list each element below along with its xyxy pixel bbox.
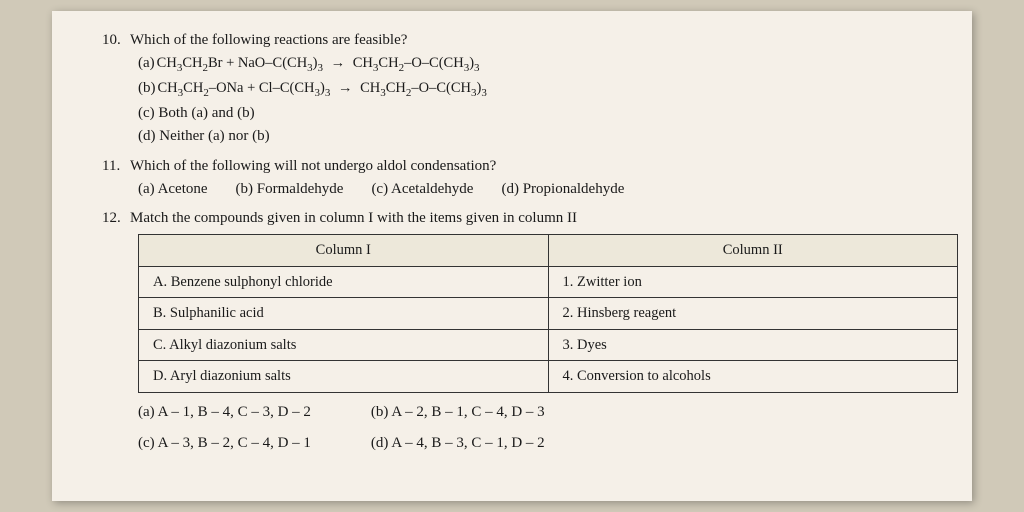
q10-opt-b-label: (b) — [138, 77, 156, 102]
q11-opt-b: (b) Formaldehyde — [236, 178, 344, 201]
q12-text: Match the compounds given in column I wi… — [130, 207, 932, 230]
q11-opt-c: (c) Acetaldehyde — [371, 178, 473, 201]
q12-number: 12. — [102, 207, 128, 230]
q10-opt-c-label: (c) Both (a) and (b) — [138, 102, 255, 125]
row1-col1: A. Benzene sulphonyl chloride — [139, 266, 549, 297]
q12-ans-b: (b) A – 2, B – 1, C – 4, D – 3 — [371, 401, 545, 424]
q12-ans-c: (c) A – 3, B – 2, C – 4, D – 1 — [138, 432, 311, 455]
table-row: C. Alkyl diazonium salts 3. Dyes — [139, 329, 958, 360]
q10-number: 10. — [102, 29, 128, 52]
exam-page: 10. Which of the following reactions are… — [52, 11, 972, 501]
q10-opt-a-label: (a) — [138, 52, 155, 77]
q11-number: 11. — [102, 155, 128, 178]
table-row: B. Sulphanilic acid 2. Hinsberg reagent — [139, 298, 958, 329]
q12-ans-d: (d) A – 4, B – 3, C – 1, D – 2 — [371, 432, 545, 455]
q11-opt-d: (d) Propionaldehyde — [501, 178, 624, 201]
col2-header: Column II — [548, 235, 958, 266]
q11-text: Which of the following will not undergo … — [130, 155, 932, 178]
question-12: 12. Match the compounds given in column … — [102, 207, 932, 455]
q10-opt-b-chem: CH3CH2–ONa + Cl–C(CH3)3 → CH3CH2–O–C(CH3… — [158, 77, 487, 102]
table-row: D. Aryl diazonium salts 4. Conversion to… — [139, 361, 958, 392]
q12-answers: (a) A – 1, B – 4, C – 3, D – 2 (b) A – 2… — [102, 401, 932, 424]
question-10: 10. Which of the following reactions are… — [102, 29, 932, 149]
row4-col2: 4. Conversion to alcohols — [548, 361, 958, 392]
row3-col1: C. Alkyl diazonium salts — [139, 329, 549, 360]
q10-opt-a-chem: CH3CH2Br + NaO–C(CH3)3 → CH3CH2–O–C(CH3)… — [157, 52, 480, 77]
row4-col1: D. Aryl diazonium salts — [139, 361, 549, 392]
row2-col1: B. Sulphanilic acid — [139, 298, 549, 329]
q12-ans-a: (a) A – 1, B – 4, C – 3, D – 2 — [138, 401, 311, 424]
q10-text: Which of the following reactions are fea… — [130, 29, 932, 52]
col1-header: Column I — [139, 235, 549, 266]
match-table: Column I Column II A. Benzene sulphonyl … — [138, 234, 958, 392]
q11-options-inline: (a) Acetone (b) Formaldehyde (c) Acetald… — [102, 178, 932, 201]
q10-option-d: (d) Neither (a) nor (b) — [102, 125, 932, 148]
q11-opt-a: (a) Acetone — [138, 178, 208, 201]
q10-option-b: (b) CH3CH2–ONa + Cl–C(CH3)3 → CH3CH2–O–C… — [102, 77, 932, 102]
question-11: 11. Which of the following will not unde… — [102, 155, 932, 202]
q10-option-a: (a) CH3CH2Br + NaO–C(CH3)3 → CH3CH2–O–C(… — [102, 52, 932, 77]
row1-col2: 1. Zwitter ion — [548, 266, 958, 297]
row3-col2: 3. Dyes — [548, 329, 958, 360]
row2-col2: 2. Hinsberg reagent — [548, 298, 958, 329]
q12-answers-row2: (c) A – 3, B – 2, C – 4, D – 1 (d) A – 4… — [102, 432, 932, 455]
q10-option-c: (c) Both (a) and (b) — [102, 102, 932, 125]
table-row: A. Benzene sulphonyl chloride 1. Zwitter… — [139, 266, 958, 297]
q10-opt-d-label: (d) Neither (a) nor (b) — [138, 125, 270, 148]
